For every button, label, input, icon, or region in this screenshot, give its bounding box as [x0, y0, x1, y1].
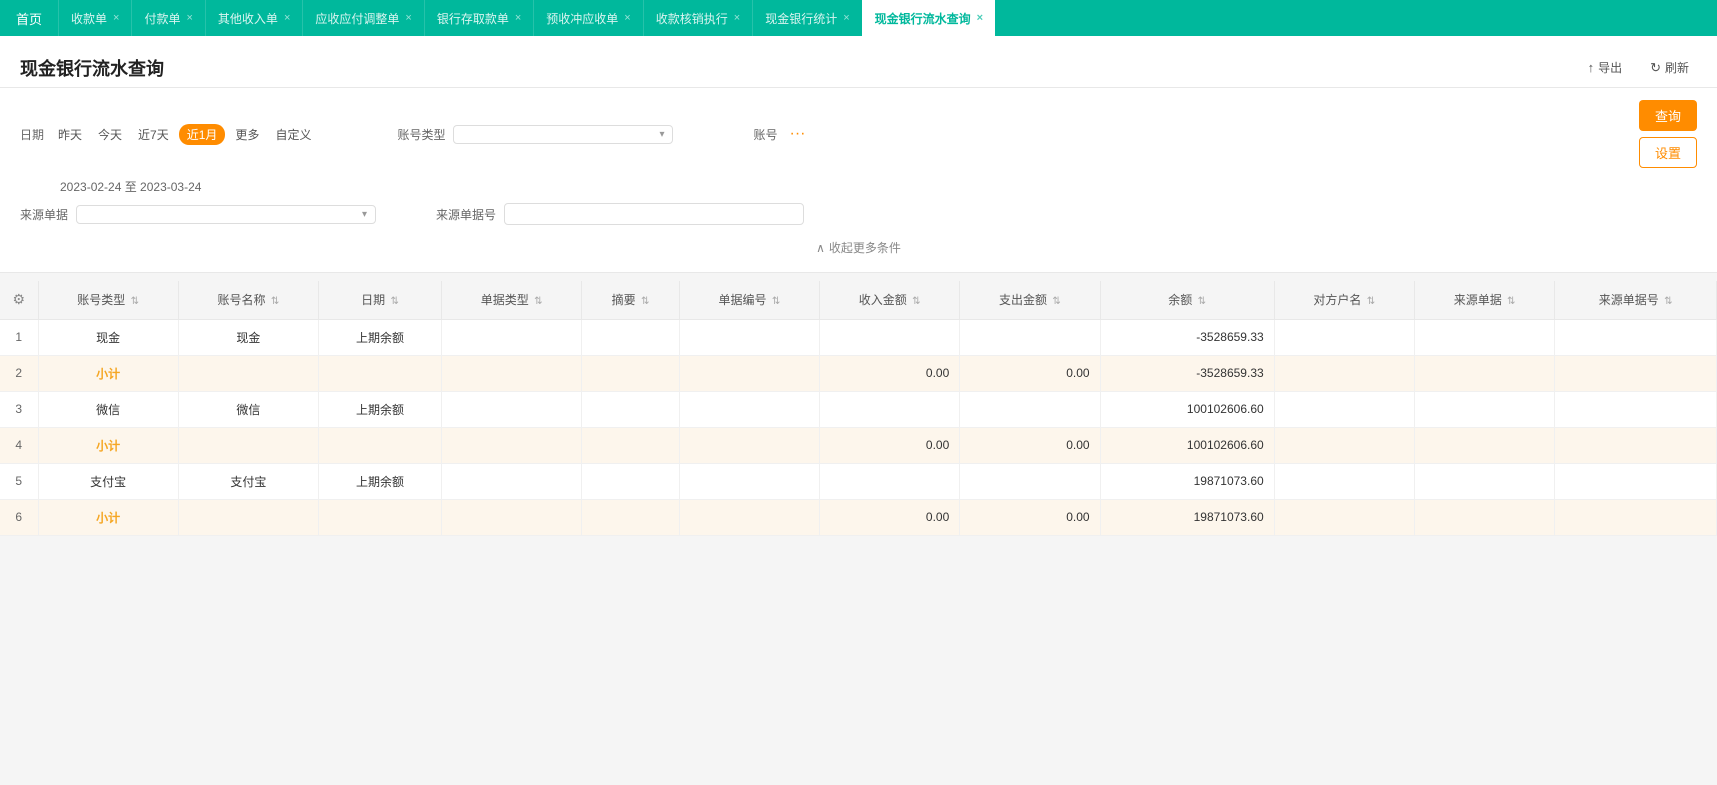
close-icon[interactable]: × [284, 12, 290, 24]
chevron-down-icon: ▾ [362, 209, 367, 220]
source-doc-no-label: 来源单据号 [436, 206, 496, 223]
close-icon[interactable]: × [734, 12, 740, 24]
table-row: 6小计0.000.0019871073.60 [0, 499, 1717, 535]
source-doc-filter: 来源单据 ▾ [20, 205, 376, 224]
close-icon[interactable]: × [186, 12, 192, 24]
sort-icon: ⇅ [390, 296, 398, 307]
sort-icon: ⇅ [912, 296, 920, 307]
nav-tab-tongji[interactable]: 现金银行统计 × [752, 0, 861, 36]
col-account-name[interactable]: 账号名称 ⇅ [178, 281, 318, 319]
date-btn-7days[interactable]: 近7天 [132, 124, 175, 145]
date-btn-custom[interactable]: 自定义 [269, 124, 317, 145]
table-row: 5支付宝支付宝上期余额19871073.60 [0, 463, 1717, 499]
nav-tab-yinhangcuqu[interactable]: 银行存取款单 × [424, 0, 533, 36]
date-filter: 日期 昨天 今天 近7天 近1月 更多 自定义 [20, 124, 317, 145]
close-icon[interactable]: × [515, 12, 521, 24]
refresh-icon: ↻ [1650, 60, 1661, 76]
table-row: 2小计0.000.00-3528659.33 [0, 355, 1717, 391]
date-range-display: 2023-02-24 至 2023-03-24 [56, 178, 1697, 195]
col-account-type[interactable]: 账号类型 ⇅ [38, 281, 178, 319]
col-source-doc-no[interactable]: 来源单据号 ⇅ [1555, 281, 1717, 319]
account-type-filter: 账号类型 ▾ [397, 125, 673, 144]
sort-icon: ⇅ [1052, 296, 1060, 307]
filter-row-2: 来源单据 ▾ 来源单据号 [20, 203, 1697, 225]
col-balance[interactable]: 余额 ⇅ [1100, 281, 1274, 319]
col-source-doc[interactable]: 来源单据 ⇅ [1414, 281, 1554, 319]
col-expense[interactable]: 支出金额 ⇅ [960, 281, 1100, 319]
date-range-text: 2023-02-24 至 2023-03-24 [60, 180, 201, 194]
col-counterpart[interactable]: 对方户名 ⇅ [1274, 281, 1414, 319]
nav-tab-shoukuandan[interactable]: 收款单 × [58, 0, 131, 36]
account-filter: 账号 ··· [753, 125, 809, 143]
source-doc-select[interactable]: ▾ [76, 205, 376, 224]
sort-icon: ⇅ [1507, 296, 1515, 307]
nav-tab-hexiao[interactable]: 收款核销执行 × [643, 0, 752, 36]
table-row: 1现金现金上期余额-3528659.33 [0, 319, 1717, 355]
sort-icon: ⇅ [1664, 296, 1672, 307]
close-icon[interactable]: × [843, 12, 849, 24]
gear-icon: ⚙ [12, 291, 25, 307]
table-row: 3微信微信上期余额100102606.60 [0, 391, 1717, 427]
date-btn-more[interactable]: 更多 [229, 124, 265, 145]
settings-button[interactable]: 设置 [1639, 137, 1697, 168]
more-dots-icon[interactable]: ··· [785, 125, 809, 143]
nav-tab-tiaozhendan[interactable]: 应收应付调整单 × [302, 0, 423, 36]
nav-tab-liushui[interactable]: 现金银行流水查询 × [862, 0, 995, 36]
close-icon[interactable]: × [977, 12, 983, 24]
sort-icon: ⇅ [271, 296, 279, 307]
account-type-select[interactable]: ▾ [453, 125, 673, 144]
date-label: 日期 [20, 126, 44, 143]
data-table: ⚙ 账号类型 ⇅ 账号名称 ⇅ 日期 ⇅ 单据类型 ⇅ [0, 281, 1717, 536]
refresh-button[interactable]: ↻ 刷新 [1642, 55, 1697, 80]
page-header: 现金银行流水查询 ↑ 导出 ↻ 刷新 [0, 36, 1717, 88]
date-btn-1month[interactable]: 近1月 [179, 124, 226, 145]
filter-area: 日期 昨天 今天 近7天 近1月 更多 自定义 账号类型 ▾ 账号 ··· [0, 88, 1717, 273]
query-button[interactable]: 查询 [1639, 100, 1697, 131]
gear-col-header[interactable]: ⚙ [0, 281, 38, 319]
close-icon[interactable]: × [624, 12, 630, 24]
collapse-bar[interactable]: ∧ 收起更多条件 [20, 235, 1697, 260]
col-income[interactable]: 收入金额 ⇅ [820, 281, 960, 319]
date-shortcuts: 昨天 今天 近7天 近1月 更多 自定义 [52, 124, 317, 145]
chevron-down-icon: ▾ [659, 129, 664, 140]
nav-tab-fukuandan[interactable]: 付款单 × [131, 0, 204, 36]
sort-icon: ⇅ [641, 296, 649, 307]
sort-icon: ⇅ [772, 296, 780, 307]
nav-tab-qitashouru[interactable]: 其他收入单 × [205, 0, 302, 36]
source-doc-no-filter: 来源单据号 [436, 203, 804, 225]
nav-tab-yushou[interactable]: 预收冲应收单 × [533, 0, 642, 36]
export-icon: ↑ [1588, 60, 1595, 75]
date-btn-today[interactable]: 今天 [92, 124, 128, 145]
source-doc-no-input[interactable] [504, 203, 804, 225]
action-buttons: 查询 设置 [1639, 100, 1697, 168]
chevron-up-icon: ∧ [816, 241, 825, 255]
header-actions: ↑ 导出 ↻ 刷新 [1580, 55, 1697, 80]
col-doc-no[interactable]: 单据编号 ⇅ [679, 281, 819, 319]
sort-icon: ⇅ [1198, 296, 1206, 307]
sort-icon: ⇅ [1367, 296, 1375, 307]
export-button[interactable]: ↑ 导出 [1580, 55, 1631, 80]
source-doc-label: 来源单据 [20, 206, 68, 223]
table-header-row: ⚙ 账号类型 ⇅ 账号名称 ⇅ 日期 ⇅ 单据类型 ⇅ [0, 281, 1717, 319]
close-icon[interactable]: × [405, 12, 411, 24]
sort-icon: ⇅ [131, 296, 139, 307]
table-wrapper: ⚙ 账号类型 ⇅ 账号名称 ⇅ 日期 ⇅ 单据类型 ⇅ [0, 281, 1717, 536]
date-btn-yesterday[interactable]: 昨天 [52, 124, 88, 145]
col-doc-type[interactable]: 单据类型 ⇅ [441, 281, 581, 319]
close-icon[interactable]: × [113, 12, 119, 24]
col-date[interactable]: 日期 ⇅ [319, 281, 442, 319]
table-row: 4小计0.000.00100102606.60 [0, 427, 1717, 463]
sort-icon: ⇅ [534, 296, 542, 307]
top-nav: 首页 收款单 × 付款单 × 其他收入单 × 应收应付调整单 × 银行存取款单 … [0, 0, 1717, 36]
col-summary[interactable]: 摘要 ⇅ [582, 281, 680, 319]
page-title: 现金银行流水查询 [20, 55, 164, 81]
nav-home[interactable]: 首页 [0, 0, 58, 36]
account-label: 账号 [753, 126, 777, 143]
filter-row-1: 日期 昨天 今天 近7天 近1月 更多 自定义 账号类型 ▾ 账号 ··· [20, 100, 1697, 168]
account-type-label: 账号类型 [397, 126, 445, 143]
